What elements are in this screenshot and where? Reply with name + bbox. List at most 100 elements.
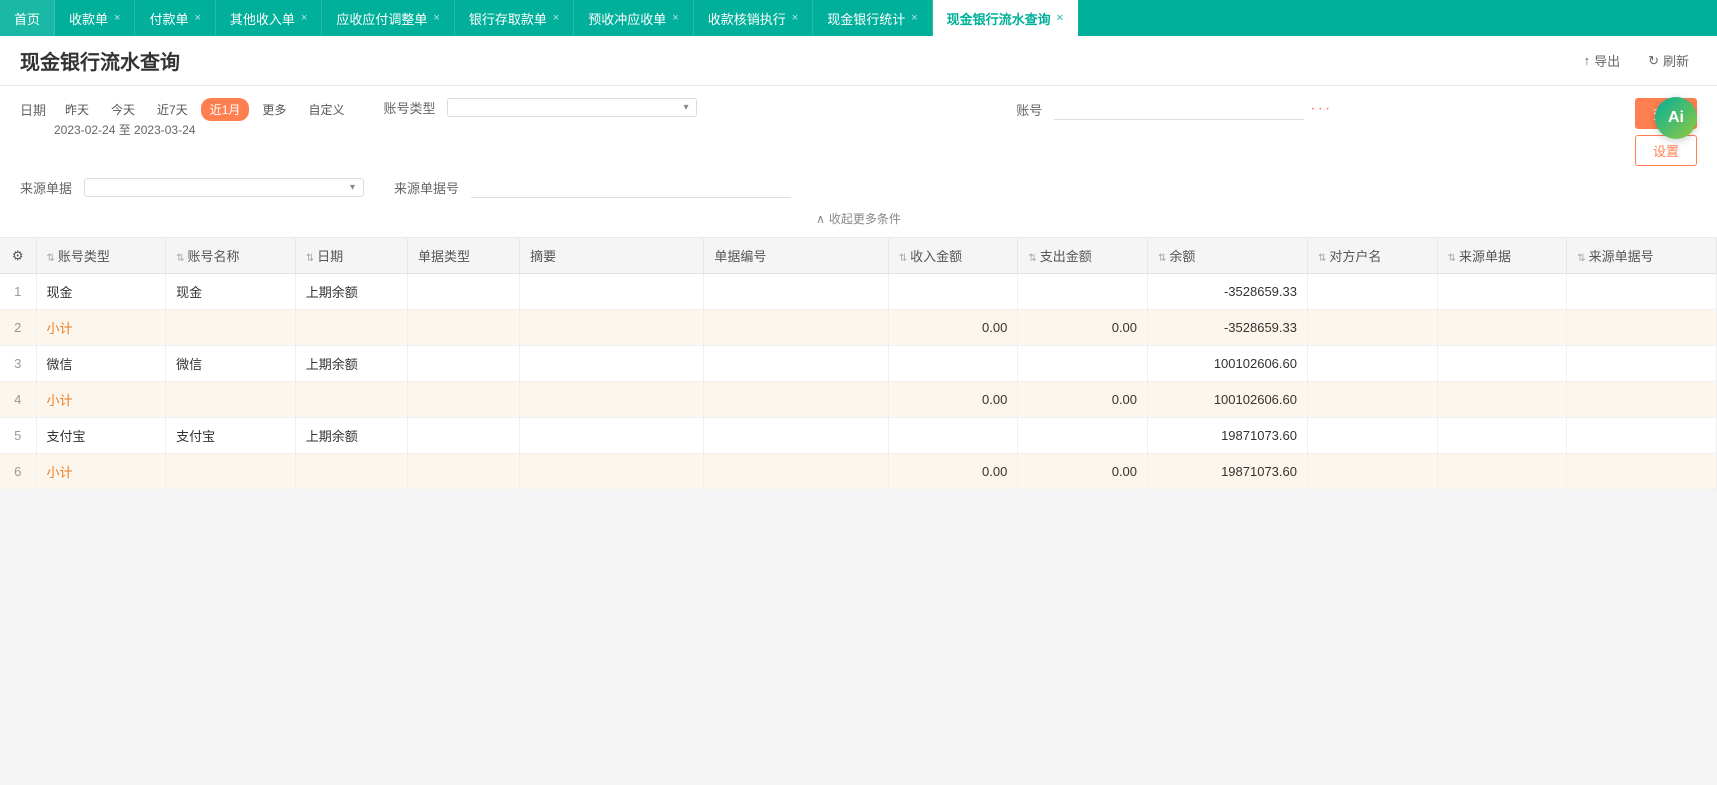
cell-doc-num (704, 454, 888, 490)
nav-collection-exec-label: 收款核销执行 (708, 9, 786, 28)
sort-icon-source-doc: ⇅ (1448, 253, 1456, 264)
cell-account-name: 现金 (166, 274, 296, 310)
nav-advance-close[interactable]: × (672, 12, 678, 24)
cell-expense (1018, 274, 1148, 310)
account-type-select[interactable]: ▾ (447, 98, 697, 117)
col-balance[interactable]: ⇅余额 (1148, 238, 1308, 274)
collapse-label: 收起更多条件 (829, 210, 901, 227)
cell-summary (520, 454, 704, 490)
date-btn-1month[interactable]: 近1月 (201, 98, 250, 121)
source-doc-label: 来源单据 (20, 178, 72, 197)
cell-source-doc-num (1567, 454, 1717, 490)
source-doc-select[interactable]: ▾ (84, 178, 364, 197)
col-income[interactable]: ⇅收入金额 (888, 238, 1018, 274)
date-btn-yesterday[interactable]: 昨天 (56, 98, 98, 121)
nav-item-collection-exec[interactable]: 收款核销执行 × (694, 0, 813, 36)
date-label: 日期 (20, 100, 46, 119)
ai-label: Ai (1668, 109, 1684, 127)
sort-icon-account-type: ⇅ (47, 253, 55, 264)
sort-icon-source-doc-num: ⇅ (1577, 253, 1585, 264)
nav-receipt-close[interactable]: × (114, 12, 120, 24)
date-btn-7days[interactable]: 近7天 (148, 98, 197, 121)
date-btn-custom[interactable]: 自定义 (299, 98, 353, 121)
cell-source-doc-num (1567, 418, 1717, 454)
nav-item-cash-stats[interactable]: 现金银行统计 × (813, 0, 932, 36)
cell-doc-type (407, 454, 519, 490)
col-gear[interactable]: ⚙ (0, 238, 36, 274)
cell-balance: 100102606.60 (1148, 346, 1308, 382)
ai-assistant-button[interactable]: Ai (1655, 97, 1697, 139)
cell-expense (1018, 418, 1148, 454)
col-source-doc[interactable]: ⇅来源单据 (1437, 238, 1567, 274)
col-date[interactable]: ⇅日期 (295, 238, 407, 274)
nav-ar-ap-label: 应收应付调整单 (336, 9, 427, 28)
account-dots-button[interactable]: ··· (1310, 100, 1332, 118)
nav-item-receipt[interactable]: 收款单 × (55, 0, 135, 36)
nav-item-payment[interactable]: 付款单 × (135, 0, 215, 36)
nav-other-income-label: 其他收入单 (230, 9, 295, 28)
nav-item-other-income[interactable]: 其他收入单 × (216, 0, 322, 36)
table-container: ⚙ ⇅账号类型 ⇅账号名称 ⇅日期 单据类型 摘要 单据编号 ⇅收入金额 (0, 238, 1717, 490)
table-row: 2小计0.000.00-3528659.33 (0, 310, 1717, 346)
col-counterpart[interactable]: ⇅对方户名 (1307, 238, 1437, 274)
cell-income (888, 346, 1018, 382)
nav-cash-stats-close[interactable]: × (911, 12, 917, 24)
cell-source-doc-num (1567, 274, 1717, 310)
account-type-chevron: ▾ (683, 102, 688, 113)
cell-source-doc-num (1567, 346, 1717, 382)
nav-item-advance-collection[interactable]: 预收冲应收单 × (574, 0, 693, 36)
col-account-name[interactable]: ⇅账号名称 (166, 238, 296, 274)
cell-account-type: 微信 (36, 346, 166, 382)
col-account-type[interactable]: ⇅账号类型 (36, 238, 166, 274)
cell-row-num: 1 (0, 274, 36, 310)
table-row: 5支付宝支付宝上期余额19871073.60 (0, 418, 1717, 454)
settings-button[interactable]: 设置 (1635, 135, 1697, 166)
nav-bank-deposit-close[interactable]: × (553, 12, 559, 24)
export-icon: ↑ (1584, 53, 1591, 68)
date-btn-today[interactable]: 今天 (102, 98, 144, 121)
source-doc-num-group: 来源单据号 (394, 176, 791, 198)
account-input[interactable] (1054, 98, 1304, 120)
date-btn-more[interactable]: 更多 (253, 98, 295, 121)
nav-payment-close[interactable]: × (194, 12, 200, 24)
cell-balance: -3528659.33 (1148, 274, 1308, 310)
nav-item-bank-deposit[interactable]: 银行存取款单 × (455, 0, 574, 36)
nav-receipt-label: 收款单 (69, 9, 108, 28)
cell-income: 0.00 (888, 382, 1018, 418)
collapse-bar[interactable]: ∧ 收起更多条件 (20, 206, 1697, 229)
cell-date (295, 310, 407, 346)
nav-item-home[interactable]: 首页 (0, 0, 55, 36)
col-expense[interactable]: ⇅支出金额 (1018, 238, 1148, 274)
col-source-doc-num[interactable]: ⇅来源单据号 (1567, 238, 1717, 274)
cell-date: 上期余额 (295, 274, 407, 310)
cell-expense: 0.00 (1018, 382, 1148, 418)
account-type-label: 账号类型 (383, 98, 435, 117)
gear-icon: ⚙ (12, 248, 24, 263)
cell-expense: 0.00 (1018, 310, 1148, 346)
cell-account-name (166, 454, 296, 490)
nav-ar-ap-close[interactable]: × (433, 12, 439, 24)
cell-date: 上期余额 (295, 418, 407, 454)
cell-doc-num (704, 274, 888, 310)
cell-account-type: 小计 (36, 310, 166, 346)
table-row: 3微信微信上期余额100102606.60 (0, 346, 1717, 382)
cell-source-doc-num (1567, 382, 1717, 418)
source-doc-num-label: 来源单据号 (394, 178, 459, 197)
nav-collection-exec-close[interactable]: × (792, 12, 798, 24)
cell-income: 0.00 (888, 310, 1018, 346)
nav-other-income-close[interactable]: × (301, 12, 307, 24)
cell-account-type: 现金 (36, 274, 166, 310)
cell-source-doc (1437, 454, 1567, 490)
cell-row-num: 2 (0, 310, 36, 346)
nav-cash-flow-close[interactable]: × (1057, 12, 1063, 24)
nav-item-cash-flow-query[interactable]: 现金银行流水查询 × (933, 0, 1078, 36)
nav-item-ar-ap-adjust[interactable]: 应收应付调整单 × (322, 0, 454, 36)
cell-doc-num (704, 346, 888, 382)
data-table: ⚙ ⇅账号类型 ⇅账号名称 ⇅日期 单据类型 摘要 单据编号 ⇅收入金额 (0, 238, 1717, 490)
cell-summary (520, 382, 704, 418)
source-doc-num-input[interactable] (471, 176, 791, 198)
cell-balance: 19871073.60 (1148, 454, 1308, 490)
refresh-button[interactable]: ↻ 刷新 (1640, 47, 1697, 74)
cell-counterpart (1307, 418, 1437, 454)
export-button[interactable]: ↑ 导出 (1576, 47, 1629, 74)
